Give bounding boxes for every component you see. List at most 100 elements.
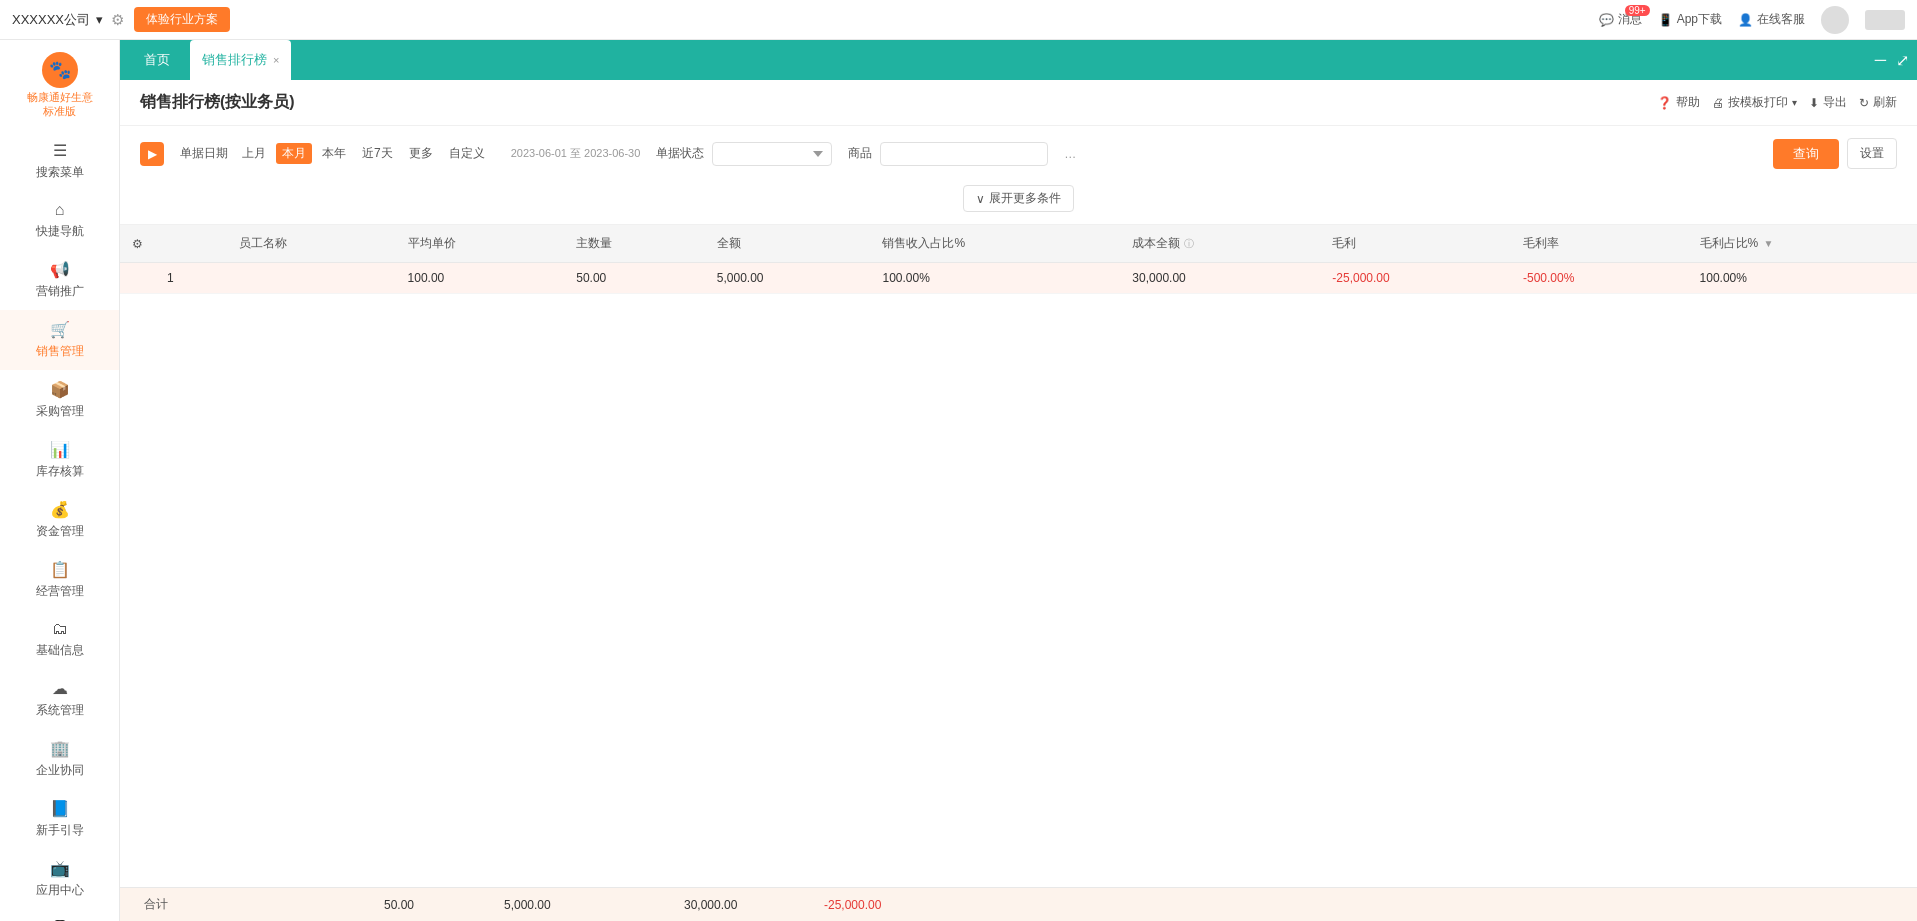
refresh-button[interactable]: ↻ 刷新 bbox=[1859, 94, 1897, 111]
gear-icon[interactable]: ⚙ bbox=[111, 11, 124, 29]
tab-home[interactable]: 首页 bbox=[128, 40, 186, 80]
th-amount: 全额 bbox=[705, 225, 871, 263]
sidebar-item-search[interactable]: ☰ 搜索菜单 bbox=[0, 131, 119, 191]
sidebar-item-wechat[interactable]: 💬 企业微信 bbox=[0, 909, 119, 921]
th-sales-pct-label: 销售收入占比% bbox=[882, 236, 965, 250]
top-bar: XXXXXX公司 ▾ ⚙ 体验行业方案 💬 消息 99+ 📱 App下载 👤 在… bbox=[0, 0, 1917, 40]
date-label: 单据日期 bbox=[180, 145, 228, 162]
avatar[interactable] bbox=[1821, 6, 1849, 34]
td-cost: 30,000.00 bbox=[1120, 263, 1320, 294]
search-menu-icon: ☰ bbox=[53, 141, 67, 160]
td-amount: 5,000.00 bbox=[705, 263, 871, 294]
sidebar-item-inventory[interactable]: 📊 库存核算 bbox=[0, 430, 119, 490]
th-profit-pct: 毛利占比% ▼ bbox=[1688, 225, 1917, 263]
page-header-actions: ❓ 帮助 🖨 按模板打印 ▾ ⬇ 导出 ↻ 刷新 bbox=[1657, 94, 1897, 111]
td-settings bbox=[120, 263, 155, 294]
th-rank bbox=[155, 225, 227, 263]
sidebar-item-marketing[interactable]: 📢 营销推广 bbox=[0, 250, 119, 310]
export-icon: ⬇ bbox=[1809, 96, 1819, 110]
td-quantity: 50.00 bbox=[564, 263, 705, 294]
export-button[interactable]: ⬇ 导出 bbox=[1809, 94, 1847, 111]
sidebar-item-sales[interactable]: 🛒 销售管理 bbox=[0, 310, 119, 370]
app-download-btn[interactable]: 📱 App下载 bbox=[1658, 11, 1722, 28]
refresh-label: 刷新 bbox=[1873, 94, 1897, 111]
td-profit: -25,000.00 bbox=[1320, 263, 1511, 294]
date-btn-7days[interactable]: 近7天 bbox=[356, 143, 399, 164]
message-btn[interactable]: 💬 消息 99+ bbox=[1599, 11, 1642, 28]
main-layout: 🐾 畅康通好生意 标准版 ☰ 搜索菜单 ⌂ 快捷导航 📢 营销推广 🛒 销售管理… bbox=[0, 40, 1917, 921]
th-name: 员工名称 bbox=[227, 225, 396, 263]
expand-more-label: 展开更多条件 bbox=[989, 190, 1061, 207]
tab-label: 销售排行榜 bbox=[202, 51, 267, 69]
date-btn-more[interactable]: 更多 bbox=[403, 143, 439, 164]
tab-bar: 首页 销售排行榜 × ─ ⤢ bbox=[120, 40, 1917, 80]
help-button[interactable]: ❓ 帮助 bbox=[1657, 94, 1700, 111]
goods-filter: 商品 bbox=[848, 142, 1048, 166]
sidebar-item-label: 企业协同 bbox=[36, 762, 84, 779]
footer-amount: 5,000.00 bbox=[492, 898, 572, 912]
guide-icon: 📘 bbox=[50, 799, 70, 818]
filter-settings-button[interactable]: 设置 bbox=[1847, 138, 1897, 169]
tab-sales-ranking[interactable]: 销售排行榜 × bbox=[190, 40, 291, 80]
sidebar-item-apps[interactable]: 📺 应用中心 bbox=[0, 849, 119, 909]
chevron-down-icon: ▾ bbox=[96, 12, 103, 27]
print-button[interactable]: 🖨 按模板打印 ▾ bbox=[1712, 94, 1797, 111]
date-btn-this-year[interactable]: 本年 bbox=[316, 143, 352, 164]
online-service-btn[interactable]: 👤 在线客服 bbox=[1738, 11, 1805, 28]
tab-maximize-icon[interactable]: ⤢ bbox=[1896, 51, 1909, 70]
system-icon: ☁ bbox=[52, 679, 68, 698]
sidebar-item-finance[interactable]: 💰 资金管理 bbox=[0, 490, 119, 550]
sidebar-item-guide[interactable]: 📘 新手引导 bbox=[0, 789, 119, 849]
sidebar: 🐾 畅康通好生意 标准版 ☰ 搜索菜单 ⌂ 快捷导航 📢 营销推广 🛒 销售管理… bbox=[0, 40, 120, 921]
trial-button[interactable]: 体验行业方案 bbox=[134, 7, 230, 32]
sidebar-item-operations[interactable]: 📋 经营管理 bbox=[0, 550, 119, 610]
page-title: 销售排行榜(按业务员) bbox=[140, 92, 295, 113]
date-btn-this-month[interactable]: 本月 bbox=[276, 143, 312, 164]
help-icon: ❓ bbox=[1657, 96, 1672, 110]
sidebar-item-basics[interactable]: 🗂 基础信息 bbox=[0, 610, 119, 669]
top-right-area: 💬 消息 99+ 📱 App下载 👤 在线客服 bbox=[1599, 6, 1905, 34]
basics-icon: 🗂 bbox=[52, 620, 68, 638]
content-area: 首页 销售排行榜 × ─ ⤢ 销售排行榜(按业务员) ❓ 帮助 bbox=[120, 40, 1917, 921]
footer-profit: -25,000.00 bbox=[812, 898, 893, 912]
export-label: 导出 bbox=[1823, 94, 1847, 111]
company-name: XXXXXX公司 bbox=[12, 11, 90, 29]
sidebar-item-enterprise[interactable]: 🏢 企业协同 bbox=[0, 729, 119, 789]
td-profit-rate: -500.00% bbox=[1511, 263, 1688, 294]
sidebar-item-label: 基础信息 bbox=[36, 642, 84, 659]
date-btn-custom[interactable]: 自定义 bbox=[443, 143, 491, 164]
th-avg-price: 平均单价 bbox=[396, 225, 565, 263]
th-profit-label: 毛利 bbox=[1332, 236, 1356, 250]
th-cost: 成本全额 ⓘ bbox=[1120, 225, 1320, 263]
query-button[interactable]: 查询 bbox=[1773, 139, 1839, 169]
date-buttons: 上月 本月 本年 近7天 更多 自定义 bbox=[236, 143, 491, 164]
th-profit: 毛利 bbox=[1320, 225, 1511, 263]
status-label: 单据状态 bbox=[656, 145, 704, 162]
help-label: 帮助 bbox=[1676, 94, 1700, 111]
logo-area: 🐾 畅康通好生意 标准版 bbox=[0, 40, 119, 131]
th-profit-rate-label: 毛利率 bbox=[1523, 236, 1559, 250]
td-profit-pct: 100.00% bbox=[1688, 263, 1917, 294]
app-icon: 📱 bbox=[1658, 13, 1673, 27]
apps-icon: 📺 bbox=[50, 859, 70, 878]
tab-close-icon[interactable]: × bbox=[273, 54, 279, 66]
th-amount-label: 全额 bbox=[717, 236, 741, 250]
th-settings: ⚙ bbox=[120, 225, 155, 263]
sidebar-item-label: 新手引导 bbox=[36, 822, 84, 839]
expand-more-button[interactable]: ∨ 展开更多条件 bbox=[963, 185, 1074, 212]
filter-ellipsis[interactable]: … bbox=[1064, 147, 1076, 161]
enterprise-icon: 🏢 bbox=[50, 739, 70, 758]
tab-minimize-icon[interactable]: ─ bbox=[1875, 51, 1886, 70]
table-settings-icon[interactable]: ⚙ bbox=[132, 237, 143, 251]
status-select[interactable] bbox=[712, 142, 832, 166]
purchase-icon: 📦 bbox=[50, 380, 70, 399]
sidebar-item-label: 营销推广 bbox=[36, 283, 84, 300]
sidebar-item-system[interactable]: ☁ 系统管理 bbox=[0, 669, 119, 729]
goods-input[interactable] bbox=[880, 142, 1048, 166]
date-btn-last-month[interactable]: 上月 bbox=[236, 143, 272, 164]
filter-expand-arrow[interactable]: ▶ bbox=[140, 142, 164, 166]
sidebar-item-quicknav[interactable]: ⌂ 快捷导航 bbox=[0, 191, 119, 250]
message-icon: 💬 bbox=[1599, 13, 1614, 27]
sidebar-item-purchase[interactable]: 📦 采购管理 bbox=[0, 370, 119, 430]
company-selector[interactable]: XXXXXX公司 ▾ bbox=[12, 11, 103, 29]
